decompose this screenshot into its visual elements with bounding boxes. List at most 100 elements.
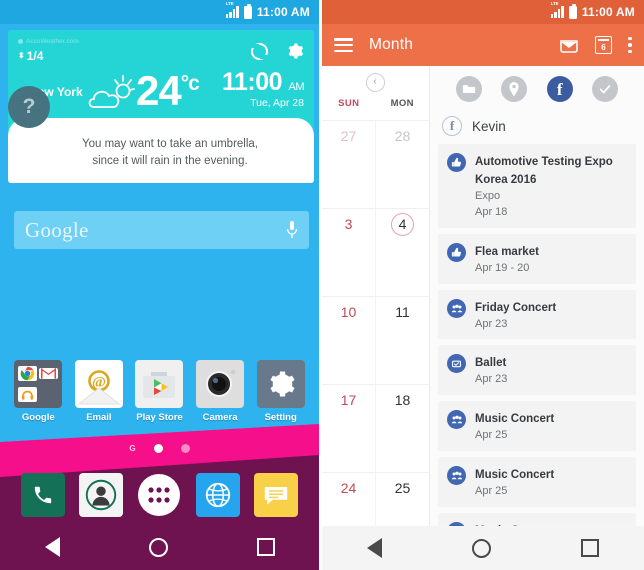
hamburger-menu-icon[interactable]: [334, 38, 353, 52]
dow-mon: MON: [390, 98, 414, 109]
event-date: Apr 23: [475, 317, 508, 330]
list-item[interactable]: Music Concert Apr 25: [438, 401, 636, 452]
page-title: Month: [369, 36, 414, 53]
globe-icon: [18, 39, 23, 44]
chevron-updown-icon: ⬍: [18, 51, 25, 60]
calendar-day-cell[interactable]: 18: [375, 385, 429, 472]
event-text: Automotive Testing Expo Korea 2016 Expo …: [475, 152, 627, 220]
calendar-week-row: 3 4: [322, 208, 429, 296]
weather-temp-value: 24: [136, 67, 182, 114]
weather-temp-unit: °c: [180, 72, 200, 95]
list-item[interactable]: Flea market Apr 19 - 20: [438, 233, 636, 284]
list-item[interactable]: Ballet Apr 23: [438, 345, 636, 396]
check-circle-icon[interactable]: [592, 76, 619, 102]
google-search-bar[interactable]: Google: [14, 211, 309, 249]
contacts-icon: [86, 479, 117, 511]
calendar-day-cell-today[interactable]: 4: [375, 209, 429, 296]
group-icon: [447, 298, 466, 318]
facebook-icon[interactable]: f: [546, 76, 573, 102]
battery-icon: [243, 3, 252, 19]
app-label: Play Store: [136, 412, 183, 423]
dock-app-drawer[interactable]: [137, 473, 181, 517]
event-title: Flea market: [475, 245, 539, 258]
list-item[interactable]: Music Concert Apr 25: [438, 457, 636, 507]
search-input[interactable]: Google: [25, 218, 89, 243]
weather-actions: [251, 42, 304, 60]
prev-month-control[interactable]: ‹: [322, 66, 429, 98]
event-text: Friday Concert Apr 23: [475, 298, 627, 332]
app-label: Camera: [202, 412, 238, 423]
back-icon[interactable]: [44, 537, 60, 557]
dual-screenshot: LTE 11:00 AM AccuWeather.com ⬍ 1/4 New Y…: [0, 0, 644, 570]
calendar-day-cell[interactable]: 11: [375, 297, 429, 384]
home-screen: LTE 11:00 AM AccuWeather.com ⬍ 1/4 New Y…: [0, 0, 322, 570]
microphone-icon[interactable]: [286, 220, 298, 240]
gear-icon[interactable]: [286, 42, 304, 60]
folder-icon[interactable]: [455, 76, 482, 102]
calendar-day-cell[interactable]: 3: [322, 209, 375, 296]
play-store-icon: [135, 360, 184, 408]
page-dot-inactive[interactable]: [180, 444, 190, 453]
weather-temperature: 24°c: [136, 67, 200, 114]
calendar-day-cell[interactable]: 17: [322, 385, 375, 472]
recents-icon[interactable]: [581, 539, 599, 557]
dock-phone[interactable]: [21, 473, 66, 517]
event-title: Ballet: [475, 357, 507, 370]
app-icon-play-store[interactable]: Play Store: [132, 360, 186, 423]
calendar-week-row: 27 28: [322, 120, 429, 208]
list-item[interactable]: Automotive Testing Expo Korea 2016 Expo …: [438, 144, 636, 228]
calendar-day-cell[interactable]: 27: [322, 121, 375, 208]
app-label: Email: [86, 412, 112, 423]
list-item[interactable]: Friday Concert Apr 23: [438, 289, 636, 340]
app-icon-email[interactable]: @ Email: [72, 360, 126, 423]
overflow-menu-icon[interactable]: [628, 36, 632, 54]
weather-page-indicator: ⬍ 1/4: [18, 49, 43, 63]
calendar-icon[interactable]: 6: [595, 36, 612, 54]
phone-icon: [34, 486, 52, 504]
chevron-left-icon[interactable]: ‹: [366, 72, 385, 92]
calendar-day-number: 17: [340, 392, 357, 408]
recents-icon[interactable]: [256, 538, 275, 556]
event-text: Flea market Apr 19 - 20: [475, 242, 627, 276]
navigation-bar: [0, 524, 319, 570]
inbox-icon[interactable]: [559, 37, 579, 54]
event-text: Music Concert Apr 25: [475, 409, 627, 443]
page-dot-active[interactable]: [153, 444, 163, 453]
status-bar: LTE 11:00 AM: [322, 0, 644, 24]
dock-contacts[interactable]: [79, 473, 124, 517]
chrome-icon: [18, 366, 38, 381]
calendar-day-cell[interactable]: 28: [375, 121, 429, 208]
navigation-bar: [322, 526, 644, 570]
home-icon[interactable]: [472, 538, 491, 558]
event-date: Apr 18: [475, 205, 508, 218]
app-icon-camera[interactable]: Camera: [193, 360, 247, 423]
calendar-day-number: 27: [340, 128, 357, 144]
event-date: Apr 25: [475, 485, 508, 498]
account-filter-row: f: [430, 66, 644, 112]
weather-clock-ampm: AM: [288, 81, 305, 93]
page-indicator: G: [0, 444, 319, 453]
refresh-icon[interactable]: [251, 42, 268, 60]
weather-widget-top: AccuWeather.com ⬍ 1/4 ⚲ New Yor: [8, 30, 314, 118]
google-now-indicator[interactable]: G: [129, 444, 135, 453]
app-icon-google[interactable]: Google: [11, 360, 65, 423]
google-folder-icon: [14, 360, 63, 408]
home-icon[interactable]: [148, 537, 168, 557]
app-icon-setting[interactable]: Setting: [254, 360, 308, 423]
group-icon: [447, 410, 466, 430]
message-icon: [264, 487, 288, 505]
location-pin-icon[interactable]: [501, 76, 528, 102]
calendar-day-number: 10: [340, 304, 357, 320]
assistant-avatar[interactable]: ?: [8, 86, 50, 128]
event-text: Ballet Apr 23: [475, 353, 627, 387]
account-header[interactable]: f Kevin: [430, 112, 644, 144]
event-title: Friday Concert: [475, 301, 557, 314]
event-title: Automotive Testing Expo Korea 2016: [475, 156, 613, 186]
calendar-day-cell[interactable]: 10: [322, 297, 375, 384]
dock-messages[interactable]: [253, 473, 298, 517]
dock-browser[interactable]: [195, 473, 240, 517]
weather-widget[interactable]: AccuWeather.com ⬍ 1/4 ⚲ New Yor: [8, 30, 314, 184]
app-bar: Month 6: [322, 24, 644, 66]
status-clock: 11:00 AM: [581, 5, 635, 19]
back-icon[interactable]: [367, 538, 382, 558]
